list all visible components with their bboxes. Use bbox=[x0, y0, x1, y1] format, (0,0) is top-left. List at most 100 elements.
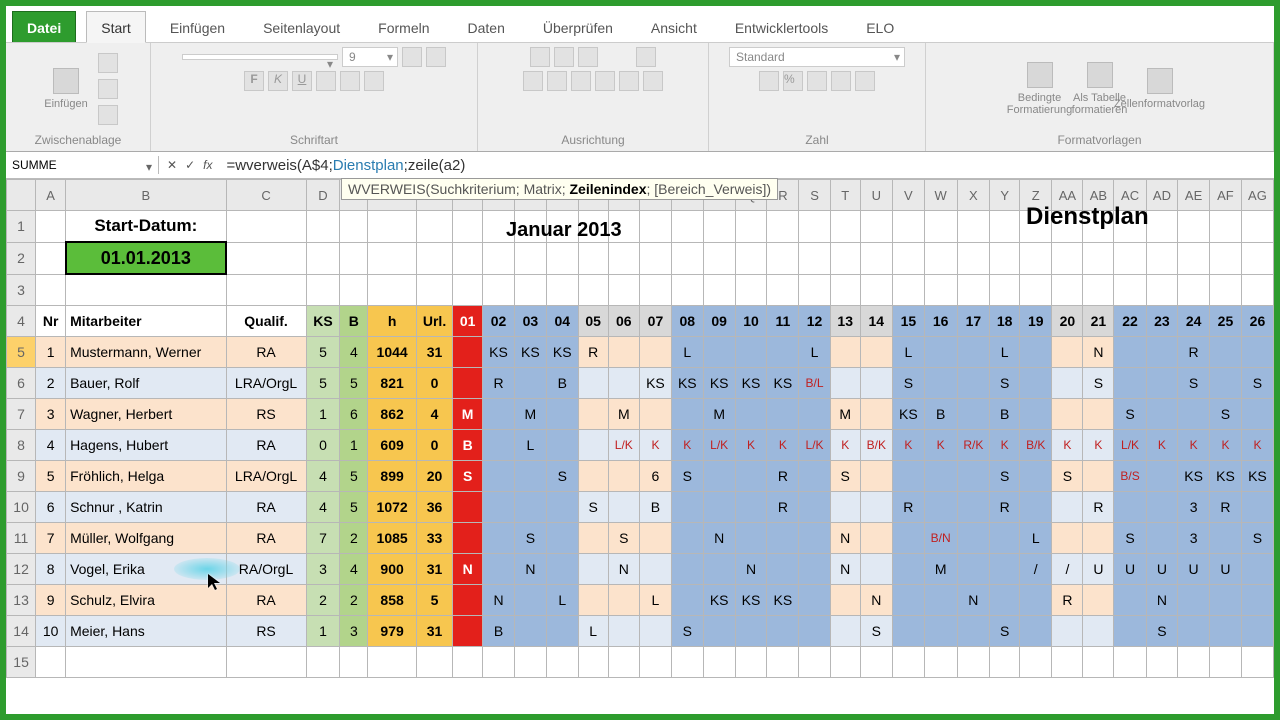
cell-nr[interactable]: 10 bbox=[36, 616, 66, 647]
day-cell[interactable]: R bbox=[1210, 492, 1242, 523]
day-cell[interactable] bbox=[483, 523, 515, 554]
day-cell[interactable]: KS bbox=[483, 337, 515, 368]
day-cell[interactable]: L bbox=[892, 337, 924, 368]
day-cell[interactable]: B/K bbox=[1020, 430, 1052, 461]
cell-b[interactable]: 4 bbox=[340, 554, 368, 585]
day-cell[interactable] bbox=[1052, 399, 1083, 430]
day-cell[interactable] bbox=[1241, 492, 1273, 523]
day-cell[interactable] bbox=[1020, 368, 1052, 399]
fx-icon[interactable]: fx bbox=[203, 158, 212, 172]
day-cell[interactable]: K bbox=[735, 430, 767, 461]
day-cell[interactable] bbox=[1083, 399, 1114, 430]
cell-h[interactable]: 821 bbox=[368, 368, 417, 399]
merge-icon[interactable] bbox=[643, 71, 663, 91]
day-cell[interactable] bbox=[799, 554, 830, 585]
day-cell[interactable] bbox=[892, 585, 924, 616]
day-cell[interactable] bbox=[1052, 523, 1083, 554]
day-cell[interactable]: K bbox=[640, 430, 672, 461]
cell-nr[interactable]: 1 bbox=[36, 337, 66, 368]
col-header[interactable]: Y bbox=[990, 180, 1020, 211]
row-header[interactable]: 1 bbox=[7, 211, 36, 243]
day-cell[interactable] bbox=[640, 399, 672, 430]
cell-ks[interactable]: 4 bbox=[306, 492, 340, 523]
fill-color-icon[interactable] bbox=[340, 71, 360, 91]
day-cell[interactable] bbox=[483, 430, 515, 461]
day-cell[interactable]: L bbox=[640, 585, 672, 616]
cell-ks[interactable]: 5 bbox=[306, 337, 340, 368]
day-cell[interactable] bbox=[1020, 461, 1052, 492]
day-cell[interactable] bbox=[1020, 585, 1052, 616]
tab-insert[interactable]: Einfügen bbox=[156, 12, 239, 42]
day-cell[interactable] bbox=[546, 523, 578, 554]
cell-b[interactable]: 6 bbox=[340, 399, 368, 430]
day-cell[interactable] bbox=[1210, 337, 1242, 368]
day-cell[interactable]: K bbox=[1146, 430, 1177, 461]
day-cell[interactable] bbox=[860, 337, 892, 368]
day-cell[interactable] bbox=[703, 616, 735, 647]
day-cell[interactable] bbox=[1052, 616, 1083, 647]
day-cell[interactable] bbox=[483, 399, 515, 430]
align-center-icon[interactable] bbox=[547, 71, 567, 91]
col-header[interactable]: C bbox=[226, 180, 306, 211]
day-cell[interactable]: K bbox=[830, 430, 860, 461]
row-header[interactable]: 7 bbox=[7, 399, 36, 430]
cell-b[interactable]: 5 bbox=[340, 368, 368, 399]
day-cell[interactable]: N bbox=[483, 585, 515, 616]
day-cell[interactable] bbox=[578, 523, 608, 554]
day-cell[interactable] bbox=[957, 368, 990, 399]
cell-h[interactable]: 900 bbox=[368, 554, 417, 585]
day-cell[interactable]: KS bbox=[671, 368, 703, 399]
day-cell[interactable]: N bbox=[1146, 585, 1177, 616]
day-cell[interactable]: K bbox=[892, 430, 924, 461]
cell-ks[interactable]: 0 bbox=[306, 430, 340, 461]
select-all[interactable] bbox=[7, 180, 36, 211]
day-cell[interactable]: B bbox=[453, 430, 483, 461]
bold-icon[interactable]: F bbox=[244, 71, 264, 91]
cell-qualif[interactable]: RA/OrgL bbox=[226, 554, 306, 585]
day-cell[interactable] bbox=[767, 399, 799, 430]
day-cell[interactable] bbox=[830, 337, 860, 368]
cell-qualif[interactable]: RA bbox=[226, 523, 306, 554]
day-cell[interactable] bbox=[640, 523, 672, 554]
row-header[interactable]: 3 bbox=[7, 274, 36, 306]
day-cell[interactable] bbox=[1241, 337, 1273, 368]
day-cell[interactable]: B/L bbox=[799, 368, 830, 399]
font-color-icon[interactable] bbox=[364, 71, 384, 91]
day-cell[interactable] bbox=[453, 368, 483, 399]
day-cell[interactable]: K bbox=[1178, 430, 1210, 461]
col-header[interactable]: U bbox=[860, 180, 892, 211]
cell-ks[interactable]: 3 bbox=[306, 554, 340, 585]
day-cell[interactable]: L bbox=[990, 337, 1020, 368]
col-header[interactable]: AE bbox=[1178, 180, 1210, 211]
day-cell[interactable] bbox=[892, 523, 924, 554]
day-cell[interactable]: R bbox=[1052, 585, 1083, 616]
day-cell[interactable] bbox=[578, 368, 608, 399]
day-cell[interactable] bbox=[608, 461, 639, 492]
day-cell[interactable]: R bbox=[990, 492, 1020, 523]
cell-h[interactable]: 1072 bbox=[368, 492, 417, 523]
day-cell[interactable]: B/S bbox=[1114, 461, 1146, 492]
accept-formula-icon[interactable]: ✓ bbox=[185, 158, 195, 172]
day-cell[interactable] bbox=[735, 492, 767, 523]
day-cell[interactable] bbox=[514, 368, 546, 399]
cell-ks[interactable]: 1 bbox=[306, 399, 340, 430]
tab-formulas[interactable]: Formeln bbox=[364, 12, 443, 42]
day-cell[interactable]: S bbox=[671, 461, 703, 492]
day-cell[interactable]: B bbox=[640, 492, 672, 523]
day-cell[interactable]: L/K bbox=[608, 430, 639, 461]
day-cell[interactable] bbox=[514, 492, 546, 523]
day-cell[interactable]: N bbox=[703, 523, 735, 554]
day-cell[interactable] bbox=[830, 585, 860, 616]
day-cell[interactable] bbox=[735, 523, 767, 554]
day-cell[interactable] bbox=[860, 368, 892, 399]
day-cell[interactable] bbox=[608, 368, 639, 399]
day-cell[interactable]: M bbox=[924, 554, 957, 585]
day-cell[interactable] bbox=[767, 554, 799, 585]
day-cell[interactable] bbox=[1052, 368, 1083, 399]
day-cell[interactable]: U bbox=[1210, 554, 1242, 585]
day-cell[interactable] bbox=[767, 523, 799, 554]
day-cell[interactable] bbox=[957, 616, 990, 647]
font-name-dropdown[interactable] bbox=[182, 54, 338, 60]
day-cell[interactable] bbox=[1114, 585, 1146, 616]
day-cell[interactable]: M bbox=[608, 399, 639, 430]
